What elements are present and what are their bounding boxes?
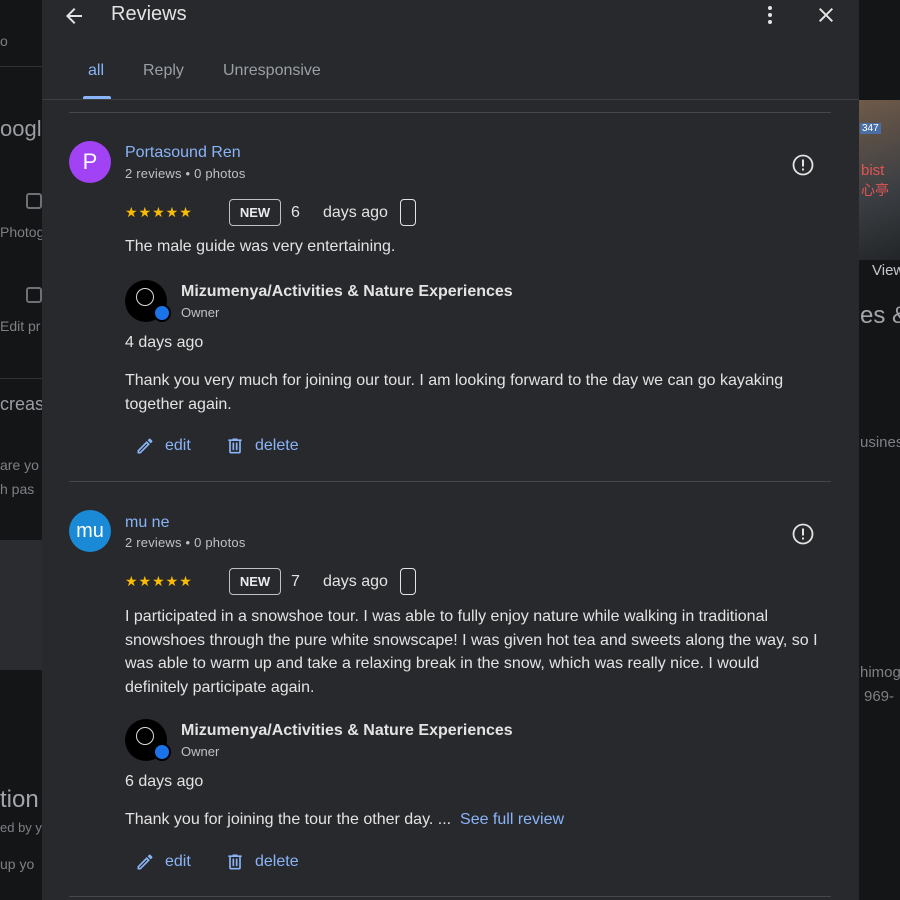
delete-label: delete [255, 437, 299, 454]
edit-button[interactable]: edit [135, 434, 191, 458]
star-rating: ★★★★★ [125, 573, 193, 589]
days-ago-label: days ago [323, 204, 388, 221]
bg-fragment: himog [860, 664, 900, 681]
tab-unresponsive[interactable]: Unresponsive [223, 62, 321, 80]
bg-fragment: bist [861, 162, 885, 179]
divider [69, 112, 831, 113]
pencil-icon [137, 438, 153, 454]
phone-icon [400, 568, 416, 595]
arrow-left-icon[interactable] [62, 4, 86, 28]
owner-role: Owner [181, 744, 220, 759]
owner-name: Mizumenya/Activities & Nature Experience… [181, 722, 513, 739]
owner-role: Owner [181, 305, 220, 320]
more-vert-icon[interactable] [758, 3, 782, 27]
delete-button[interactable]: delete [225, 434, 299, 458]
new-badge: NEW [229, 568, 281, 595]
reply-date: 6 days ago [125, 773, 204, 790]
days-number: 6 [291, 204, 300, 221]
divider [69, 896, 831, 897]
owner-logo [125, 280, 171, 322]
reviewer-name[interactable]: Portasound Ren [125, 144, 241, 162]
reviewer-meta: 2 reviews • 0 photos [125, 166, 246, 181]
owner-name: Mizumenya/Activities & Nature Experience… [181, 283, 513, 300]
days-number: 7 [291, 573, 300, 590]
trash-icon [228, 438, 242, 454]
report-icon[interactable] [791, 522, 815, 546]
edit-button[interactable]: edit [135, 850, 191, 874]
pencil-icon [137, 854, 153, 870]
bg-fragment: 心亭 [861, 182, 889, 198]
reply-text: Thank you very much for joining our tour… [125, 372, 784, 413]
photo-icon [26, 193, 42, 209]
trash-icon [228, 854, 242, 870]
reply-text: Thank you for joining the tour the other… [125, 811, 452, 828]
verified-icon [153, 304, 171, 322]
see-full-review-link[interactable]: See full review [460, 811, 564, 828]
bg-thumbnail [0, 540, 42, 670]
edit-label: edit [165, 853, 191, 870]
bg-fragment: tion [0, 786, 39, 813]
dialog-title: Reviews [111, 3, 187, 25]
bg-fragment: up yo [0, 856, 35, 872]
delete-label: delete [255, 853, 299, 870]
avatar[interactable]: mu [69, 510, 111, 552]
new-badge: NEW [229, 199, 281, 226]
bg-fragment: o [0, 33, 8, 49]
bg-fragment: Edit pr [0, 318, 41, 334]
review-text: I participated in a snowshoe tour. I was… [125, 608, 818, 696]
edit-label: edit [165, 437, 191, 454]
verified-icon [153, 743, 171, 761]
reviews-dialog: Reviews all Reply Unresponsive P Portaso… [42, 0, 859, 900]
days-ago-label: days ago [323, 573, 388, 590]
tab-indicator [83, 96, 111, 99]
bg-fragment: 347 [860, 123, 881, 134]
divider [69, 481, 831, 482]
tab-all[interactable]: all [88, 62, 104, 80]
bg-fragment: are yo [0, 457, 39, 473]
avatar[interactable]: P [69, 141, 111, 183]
bg-fragment: es & [860, 302, 900, 329]
owner-logo [125, 719, 171, 761]
reply-date: 4 days ago [125, 334, 204, 351]
bg-fragment: Photog [0, 224, 45, 240]
phone-icon [400, 199, 416, 226]
edit-icon [26, 287, 42, 303]
close-icon[interactable] [814, 3, 838, 27]
bg-fragment: 969- [864, 688, 895, 705]
review-text: The male guide was very entertaining. [125, 238, 396, 255]
tab-reply[interactable]: Reply [143, 62, 184, 80]
dialog-header: Reviews all Reply Unresponsive [42, 0, 859, 100]
reviewer-name[interactable]: mu ne [125, 514, 169, 532]
star-rating: ★★★★★ [125, 204, 193, 220]
bg-fragment: View [872, 262, 900, 279]
report-icon[interactable] [791, 153, 815, 177]
reviewer-meta: 2 reviews • 0 photos [125, 535, 246, 550]
bg-fragment: h pas [0, 481, 35, 497]
reply-text-container: Thank you for joining the tour the other… [125, 808, 825, 832]
bg-fragment: usines [860, 434, 900, 451]
delete-button[interactable]: delete [225, 850, 299, 874]
